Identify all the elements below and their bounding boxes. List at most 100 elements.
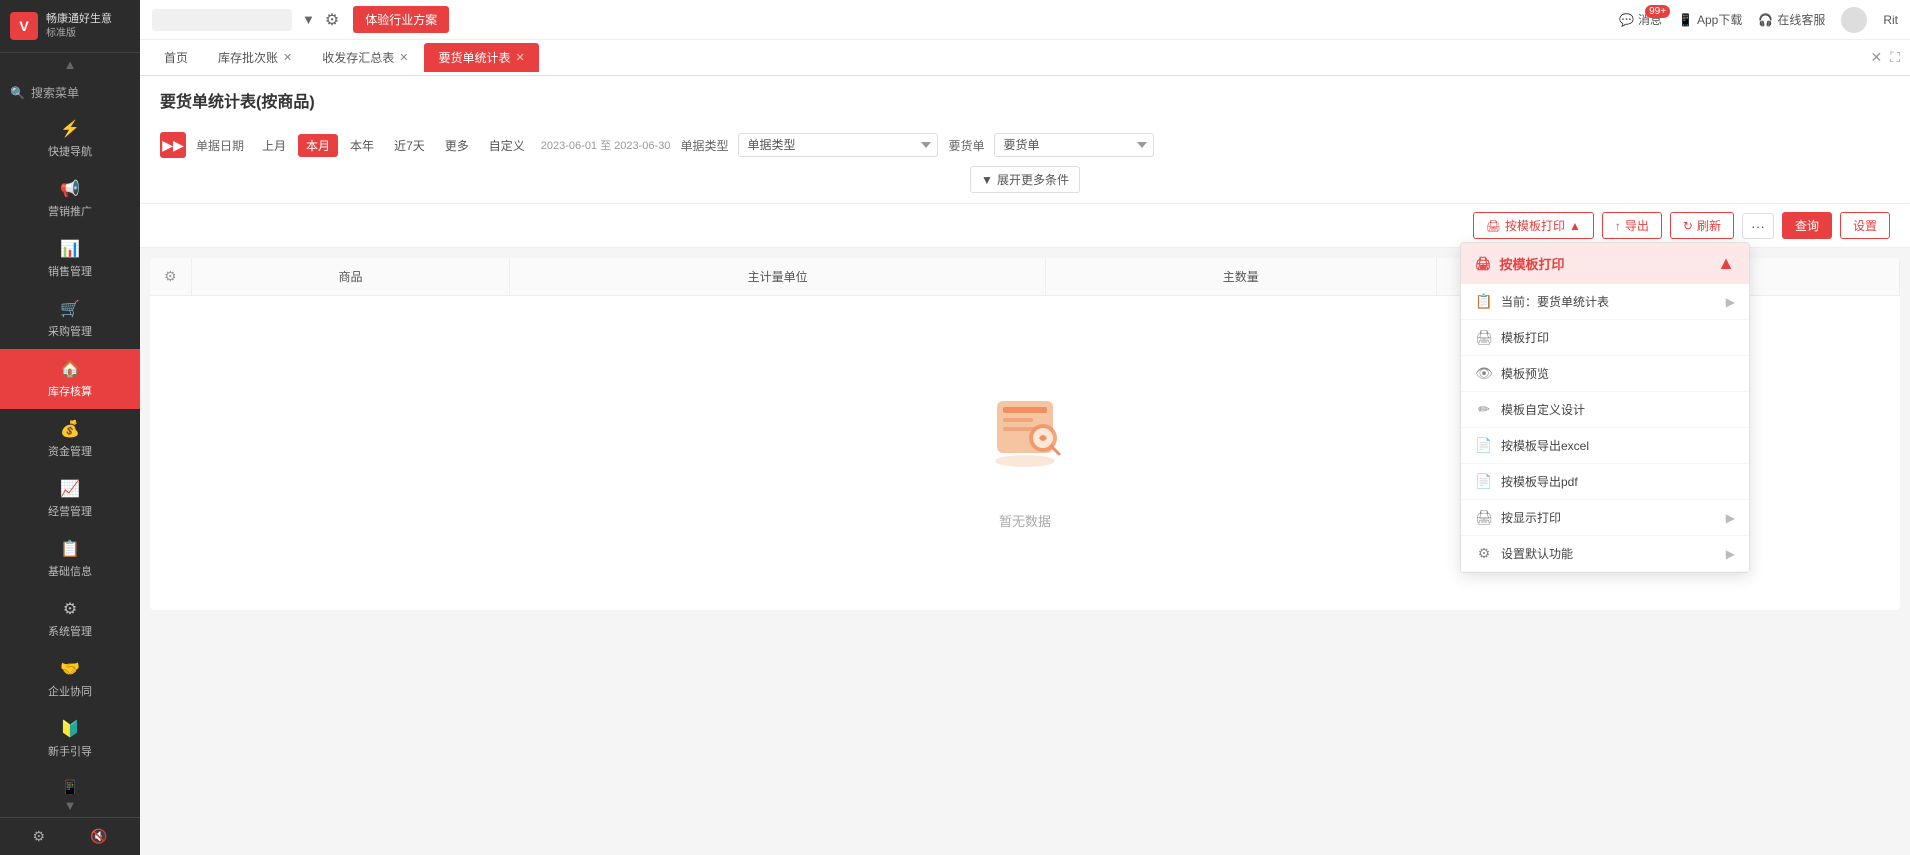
close-receipt-summary-icon[interactable]: ✕ (399, 51, 408, 64)
username-label: Rit (1883, 13, 1898, 27)
dots-icon: ··· (1751, 218, 1765, 234)
toolbar: 🖨 按模板打印 ▲ ↑ 导出 ↻ 刷新 ··· 查询 设置 🖨 (140, 204, 1910, 248)
requisition-filter-select[interactable]: 要货单 (994, 133, 1154, 157)
message-icon: 💬 (1619, 13, 1634, 27)
col-unit-header: 主计量单位 (510, 258, 1045, 296)
default-function-icon: ⚙ (1475, 545, 1493, 562)
system-icon: ⚙ (63, 599, 77, 619)
refresh-icon: ↻ (1683, 219, 1693, 233)
col-settings-header[interactable]: ⚙ (150, 258, 191, 296)
avatar[interactable] (1841, 7, 1867, 33)
date-tab-prev-month[interactable]: 上月 (254, 134, 294, 157)
tab-batch-account[interactable]: 库存批次账 ✕ (204, 43, 306, 72)
settings-toolbar-btn[interactable]: 设置 (1840, 212, 1890, 239)
tab-requisition-stats[interactable]: 要货单统计表 ✕ (424, 43, 538, 72)
inventory-icon: 🏠 (60, 359, 80, 379)
topbar-dropdown-button[interactable]: ▼ (302, 12, 315, 27)
refresh-btn[interactable]: ↻ 刷新 (1670, 212, 1734, 239)
template-print-item[interactable]: 🖨 模板打印 (1461, 320, 1749, 356)
template-preview-icon: 👁 (1475, 365, 1493, 382)
current-template-icon: 📋 (1475, 293, 1493, 310)
sidebar-item-basic[interactable]: 📋 基础信息 (0, 529, 140, 589)
sidebar-item-purchase[interactable]: 🛒 采购管理 (0, 289, 140, 349)
quick-nav-icon: ⚡ (60, 119, 80, 139)
date-tab-custom[interactable]: 自定义 (481, 134, 533, 157)
sidebar-item-inventory[interactable]: 🏠 库存核算 (0, 349, 140, 409)
export-pdf-icon: 📄 (1475, 473, 1493, 490)
finance-icon: 💰 (60, 419, 80, 439)
app-download-button[interactable]: 📱 App下载 (1678, 11, 1742, 28)
topbar: ▼ ⚙ 体验行业方案 💬 消息 99+ 📱 App下载 🎧 在线客服 Rit (140, 0, 1910, 40)
sidebar-item-operations[interactable]: 📈 经营管理 (0, 469, 140, 529)
sidebar-item-collab[interactable]: 🤝 企业协同 (0, 649, 140, 709)
trial-btn[interactable]: 体验行业方案 (353, 6, 449, 33)
type-filter-select[interactable]: 单据类型 (738, 133, 938, 157)
sidebar-item-quick-nav[interactable]: ⚡ 快捷导航 (0, 109, 140, 169)
settings-footer-icon[interactable]: ⚙ (33, 828, 46, 845)
sound-footer-icon[interactable]: 🔇 (90, 828, 107, 845)
requisition-filter-label: 要货单 (948, 137, 984, 154)
col-quantity-header: 主数量 (1045, 258, 1436, 296)
date-range-display: 2023-06-01 至 2023-06-30 (541, 137, 671, 153)
sidebar-scroll-up[interactable]: ▲ (0, 53, 140, 76)
export-btn[interactable]: ↑ 导出 (1602, 212, 1662, 239)
export-pdf-item[interactable]: 📄 按模板导出pdf (1461, 464, 1749, 500)
dropdown-arrow-icon: ▼ (302, 12, 315, 27)
topbar-right: 💬 消息 99+ 📱 App下载 🎧 在线客服 Rit (1619, 7, 1898, 33)
sidebar-search-item[interactable]: 🔍 搜索菜单 (0, 76, 140, 109)
sidebar-item-appstore[interactable]: 📱 应用中心 (0, 769, 140, 794)
print-dropdown-header: 🖨 按模板打印 ▲ (1461, 243, 1749, 284)
sidebar-nav: ⚡ 快捷导航 📢 营销推广 📊 销售管理 🛒 采购管理 🏠 库存核算 💰 资金管… (0, 109, 140, 794)
print-dropdown-close-icon[interactable]: ▲ (1717, 253, 1735, 274)
print-dropdown-popup: 🖨 按模板打印 ▲ 📋 当前：要货单统计表 ▶ 🖨 模板打印 (1460, 242, 1750, 573)
tab-window-controls: ✕ ⛶ (1870, 49, 1900, 66)
expand-more-conditions-btn[interactable]: ▼ 展开更多条件 (970, 166, 1080, 193)
download-icon: 📱 (1678, 13, 1693, 27)
template-design-item[interactable]: ✏ 模板自定义设计 (1461, 392, 1749, 428)
date-tab-last-7[interactable]: 近7天 (386, 134, 433, 157)
template-preview-item[interactable]: 👁 模板预览 (1461, 356, 1749, 392)
query-btn[interactable]: 查询 (1782, 212, 1832, 239)
template-design-icon: ✏ (1475, 401, 1493, 418)
filter-bar: ▶▶ 单据日期 上月 本月 本年 近7天 更多 自定义 2023-06-01 至… (140, 122, 1910, 204)
date-tab-this-month[interactable]: 本月 (298, 134, 338, 157)
col-product-header: 商品 (191, 258, 510, 296)
marketing-icon: 📢 (60, 179, 80, 199)
tab-receipt-summary[interactable]: 收发存汇总表 ✕ (308, 43, 422, 72)
close-window-icon[interactable]: ✕ (1870, 49, 1882, 66)
more-options-btn[interactable]: ··· (1742, 213, 1774, 239)
online-service-button[interactable]: 🎧 在线客服 (1758, 11, 1825, 28)
page-title: 要货单统计表(按商品) (160, 88, 1890, 122)
print-header-icon: 🖨 (1475, 256, 1492, 272)
print-btn[interactable]: 🖨 按模板打印 ▲ (1473, 212, 1594, 239)
sidebar-item-guide[interactable]: 🔰 新手引导 (0, 709, 140, 769)
date-tab-this-year[interactable]: 本年 (342, 134, 382, 157)
date-tab-more[interactable]: 更多 (437, 134, 477, 157)
close-batch-account-icon[interactable]: ✕ (283, 51, 292, 64)
filter-expand-icon[interactable]: ▶▶ (160, 132, 186, 158)
sidebar-item-sales[interactable]: 📊 销售管理 (0, 229, 140, 289)
topbar-search-input[interactable] (152, 9, 292, 31)
sidebar: V 畅康通好生意 标准版 ▲ 🔍 搜索菜单 ⚡ 快捷导航 📢 营销推广 📊 销售… (0, 0, 140, 855)
date-tabs: 上月 本月 本年 近7天 更多 自定义 2023-06-01 至 2023-06… (254, 134, 670, 157)
display-print-item[interactable]: 🖨 按显示打印 ▶ (1461, 500, 1749, 536)
export-excel-item[interactable]: 📄 按模板导出excel (1461, 428, 1749, 464)
headset-icon: 🎧 (1758, 13, 1773, 27)
empty-icon (975, 376, 1075, 495)
maximize-window-icon[interactable]: ⛶ (1890, 49, 1900, 66)
printer-icon: 🖨 (1486, 219, 1501, 233)
tab-home[interactable]: 首页 (150, 43, 202, 72)
operations-icon: 📈 (60, 479, 80, 499)
guide-icon: 🔰 (60, 719, 80, 739)
sidebar-scroll-down[interactable]: ▼ (0, 794, 140, 817)
column-settings-icon[interactable]: ⚙ (164, 268, 177, 284)
current-template-item[interactable]: 📋 当前：要货单统计表 ▶ (1461, 284, 1749, 320)
topbar-settings-button[interactable]: ⚙ (325, 10, 339, 30)
message-button[interactable]: 💬 消息 99+ (1619, 11, 1662, 28)
sidebar-item-system[interactable]: ⚙ 系统管理 (0, 589, 140, 649)
sidebar-item-marketing[interactable]: 📢 营销推广 (0, 169, 140, 229)
close-requisition-stats-icon[interactable]: ✕ (516, 51, 525, 64)
default-function-item[interactable]: ⚙ 设置默认功能 ▶ (1461, 536, 1749, 572)
empty-text: 暂无数据 (999, 511, 1051, 530)
sidebar-item-finance[interactable]: 💰 资金管理 (0, 409, 140, 469)
